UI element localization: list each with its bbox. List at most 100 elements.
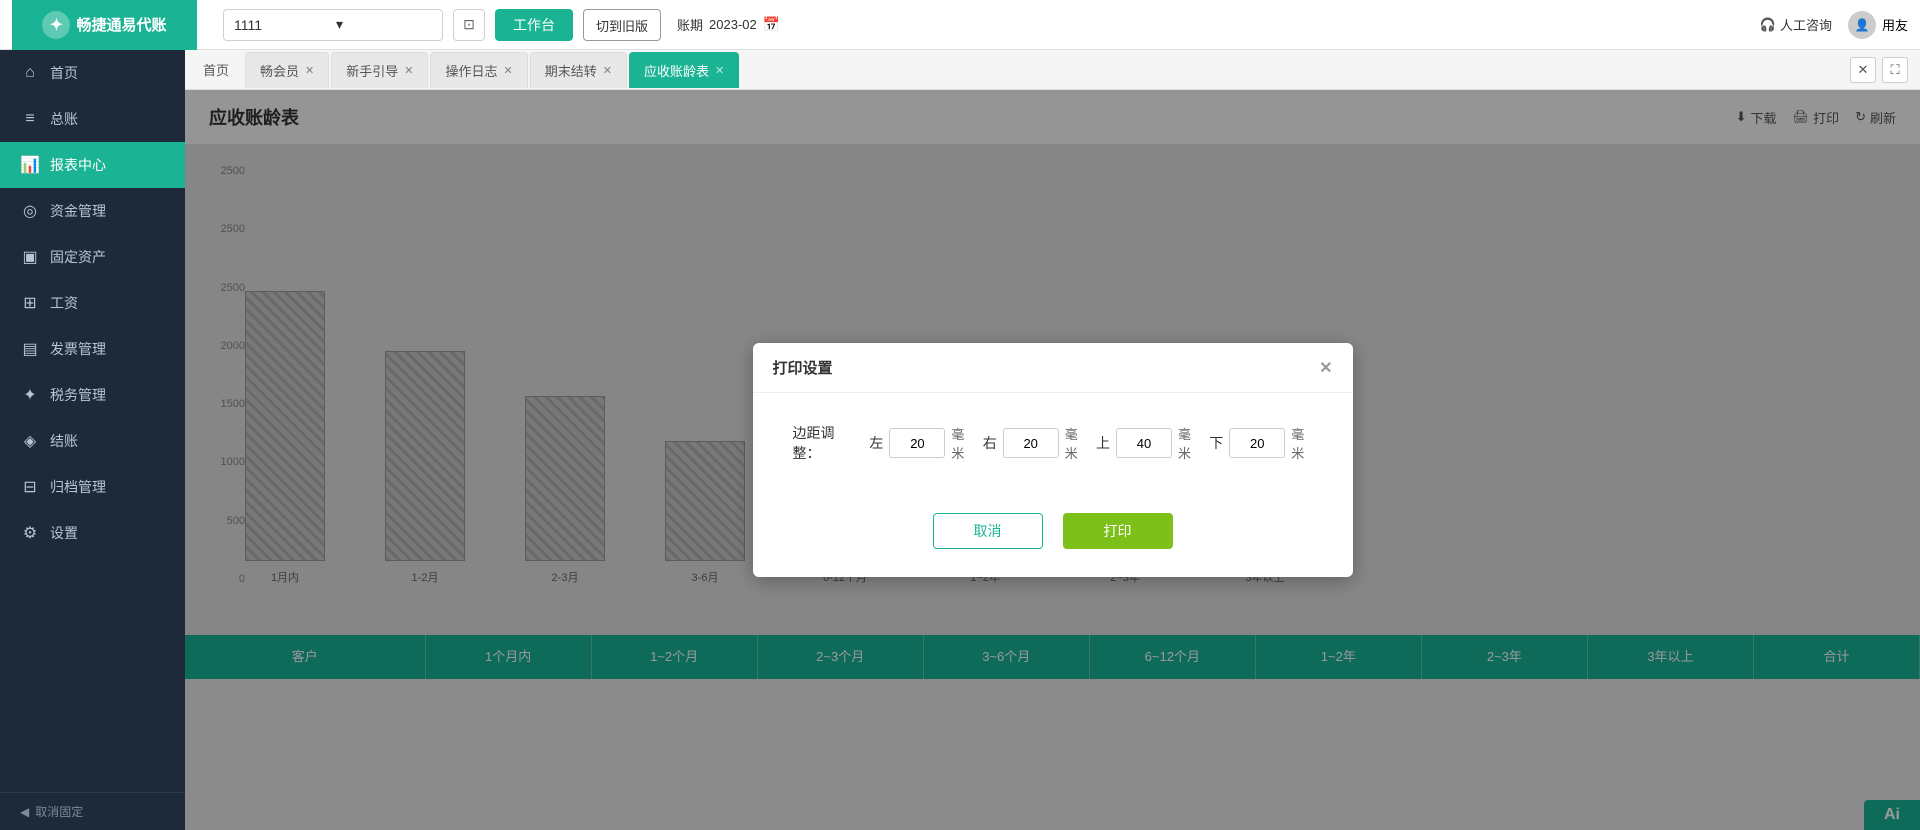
- cancel-button[interactable]: 取消: [933, 513, 1043, 549]
- collapse-icon: ◀: [20, 805, 29, 819]
- tax-icon: ✦: [20, 385, 40, 405]
- tab-home-label: 首页: [203, 60, 229, 79]
- margin-row: 边距调整： 左 毫米 右 毫米: [793, 423, 1313, 463]
- sidebar-item-close[interactable]: ◈ 结账: [0, 418, 185, 464]
- sidebar-label-reports: 报表中心: [50, 155, 106, 175]
- top-unit: 毫米: [1178, 424, 1199, 462]
- margin-left-input[interactable]: [889, 428, 945, 458]
- period-value: 2023-02: [709, 17, 757, 32]
- sidebar-item-payroll[interactable]: ⊞ 工资: [0, 280, 185, 326]
- tab-period-end[interactable]: 期末结转 ✕: [530, 52, 627, 88]
- period-area: 账期 2023-02 📅: [677, 15, 780, 34]
- sidebar-label-funds: 资金管理: [50, 201, 106, 221]
- content-area: 首页 畅会员 ✕ 新手引导 ✕ 操作日志 ✕ 期末结转 ✕ 应收账龄表 ✕: [185, 50, 1920, 830]
- right-unit: 毫米: [1065, 424, 1086, 462]
- page-content: 应收账龄表 ⬇ 下载 🖨 打印 ↻ 刷新: [185, 90, 1920, 830]
- sidebar-label-home: 首页: [50, 63, 78, 83]
- close-period-icon: ◈: [20, 431, 40, 451]
- invoice-icon: ▤: [20, 339, 40, 359]
- company-selector[interactable]: 1111 ▾: [223, 9, 443, 41]
- modal-body: 边距调整： 左 毫米 右 毫米: [753, 393, 1353, 493]
- modal-header: 打印设置 ✕: [753, 343, 1353, 393]
- workbench-button[interactable]: 工作台: [495, 9, 573, 41]
- top-label: 上: [1096, 433, 1110, 453]
- ledger-icon: ≡: [20, 110, 40, 128]
- funds-icon: ◎: [20, 201, 40, 221]
- logo-text: 畅捷通易代账: [76, 14, 166, 35]
- sidebar-item-ledger[interactable]: ≡ 总账: [0, 96, 185, 142]
- user-area[interactable]: 👤 用友: [1848, 11, 1908, 39]
- reports-icon: 📊: [20, 155, 40, 175]
- tab-member[interactable]: 畅会员 ✕: [245, 52, 329, 88]
- modal-overlay: 打印设置 ✕ 边距调整： 左 毫米 右: [185, 90, 1920, 830]
- left-label: 左: [869, 433, 883, 453]
- modal-title: 打印设置: [773, 357, 833, 378]
- tab-oplog[interactable]: 操作日志 ✕: [430, 52, 527, 88]
- main-layout: ⌂ 首页 ≡ 总账 📊 报表中心 ◎ 资金管理 ▣ 固定资产 ⊞ 工资 ▤ 发票…: [0, 50, 1920, 830]
- switch-old-button[interactable]: 切到旧版: [583, 9, 661, 41]
- sidebar-item-reports[interactable]: 📊 报表中心: [0, 142, 185, 188]
- sidebar-item-funds[interactable]: ◎ 资金管理: [0, 188, 185, 234]
- sidebar-label-assets: 固定资产: [50, 247, 106, 267]
- copy-icon: ⊡: [463, 16, 475, 33]
- margin-left-group: 左 毫米: [869, 424, 972, 462]
- sidebar-label-ledger: 总账: [50, 109, 78, 129]
- tab-period-end-label: 期末结转: [545, 61, 597, 80]
- close-tab-button[interactable]: ✕: [1850, 57, 1876, 83]
- sidebar-label-archive: 归档管理: [50, 477, 106, 497]
- tab-guide-label: 新手引导: [346, 61, 398, 80]
- left-unit: 毫米: [951, 424, 972, 462]
- tab-oplog-label: 操作日志: [445, 61, 497, 80]
- tab-aging-close[interactable]: ✕: [715, 64, 724, 77]
- company-name: 1111: [234, 17, 330, 33]
- tab-oplog-close[interactable]: ✕: [504, 64, 513, 77]
- tab-period-end-close[interactable]: ✕: [603, 64, 612, 77]
- tab-member-close[interactable]: ✕: [305, 64, 314, 77]
- tab-actions: ✕ ⛶: [1850, 57, 1916, 83]
- sidebar-label-tax: 税务管理: [50, 385, 106, 405]
- sidebar-item-home[interactable]: ⌂ 首页: [0, 50, 185, 96]
- tab-guide-close[interactable]: ✕: [404, 64, 413, 77]
- avatar: 👤: [1848, 11, 1876, 39]
- period-label: 账期: [677, 15, 703, 34]
- tab-home[interactable]: 首页: [189, 52, 243, 88]
- assets-icon: ▣: [20, 247, 40, 267]
- modal-close-button[interactable]: ✕: [1319, 358, 1332, 378]
- print-settings-modal: 打印设置 ✕ 边距调整： 左 毫米 右: [753, 343, 1353, 577]
- margin-top-group: 上 毫米: [1096, 424, 1199, 462]
- margin-bottom-group: 下 毫米: [1209, 424, 1312, 462]
- sidebar-item-tax[interactable]: ✦ 税务管理: [0, 372, 185, 418]
- sidebar-item-invoice[interactable]: ▤ 发票管理: [0, 326, 185, 372]
- tab-aging-label: 应收账龄表: [644, 61, 709, 80]
- consult-label: 人工咨询: [1780, 15, 1832, 34]
- sidebar-item-assets[interactable]: ▣ 固定资产: [0, 234, 185, 280]
- confirm-print-button[interactable]: 打印: [1063, 513, 1173, 549]
- margin-right-input[interactable]: [1003, 428, 1059, 458]
- sidebar-label-invoice: 发票管理: [50, 339, 106, 359]
- right-label: 右: [983, 433, 997, 453]
- margin-top-input[interactable]: [1116, 428, 1172, 458]
- margin-adjust-label: 边距调整：: [793, 423, 860, 463]
- consult-button[interactable]: 🎧 人工咨询: [1760, 15, 1832, 34]
- sidebar: ⌂ 首页 ≡ 总账 📊 报表中心 ◎ 资金管理 ▣ 固定资产 ⊞ 工资 ▤ 发票…: [0, 50, 185, 830]
- bottom-label: 下: [1209, 433, 1223, 453]
- sidebar-item-archive[interactable]: ⊟ 归档管理: [0, 464, 185, 510]
- maximize-tab-button[interactable]: ⛶: [1882, 57, 1908, 83]
- calendar-icon[interactable]: 📅: [763, 16, 780, 33]
- tab-guide[interactable]: 新手引导 ✕: [331, 52, 428, 88]
- copy-button[interactable]: ⊡: [453, 9, 485, 41]
- archive-icon: ⊟: [20, 477, 40, 497]
- sidebar-label-settings: 设置: [50, 523, 78, 543]
- sidebar-label-close: 结账: [50, 431, 78, 451]
- collapse-label: 取消固定: [35, 803, 83, 820]
- user-label: 用友: [1882, 15, 1908, 34]
- bottom-unit: 毫米: [1291, 424, 1312, 462]
- tab-bar: 首页 畅会员 ✕ 新手引导 ✕ 操作日志 ✕ 期末结转 ✕ 应收账龄表 ✕: [185, 50, 1920, 90]
- tab-aging[interactable]: 应收账龄表 ✕: [629, 52, 739, 88]
- sidebar-item-settings[interactable]: ⚙ 设置: [0, 510, 185, 556]
- collapse-sidebar-button[interactable]: ◀ 取消固定: [0, 792, 185, 830]
- margin-bottom-input[interactable]: [1229, 428, 1285, 458]
- payroll-icon: ⊞: [20, 293, 40, 313]
- top-header: ✦ 畅捷通易代账 1111 ▾ ⊡ 工作台 切到旧版 账期 2023-02 📅 …: [0, 0, 1920, 50]
- company-dropdown-icon: ▾: [336, 16, 432, 33]
